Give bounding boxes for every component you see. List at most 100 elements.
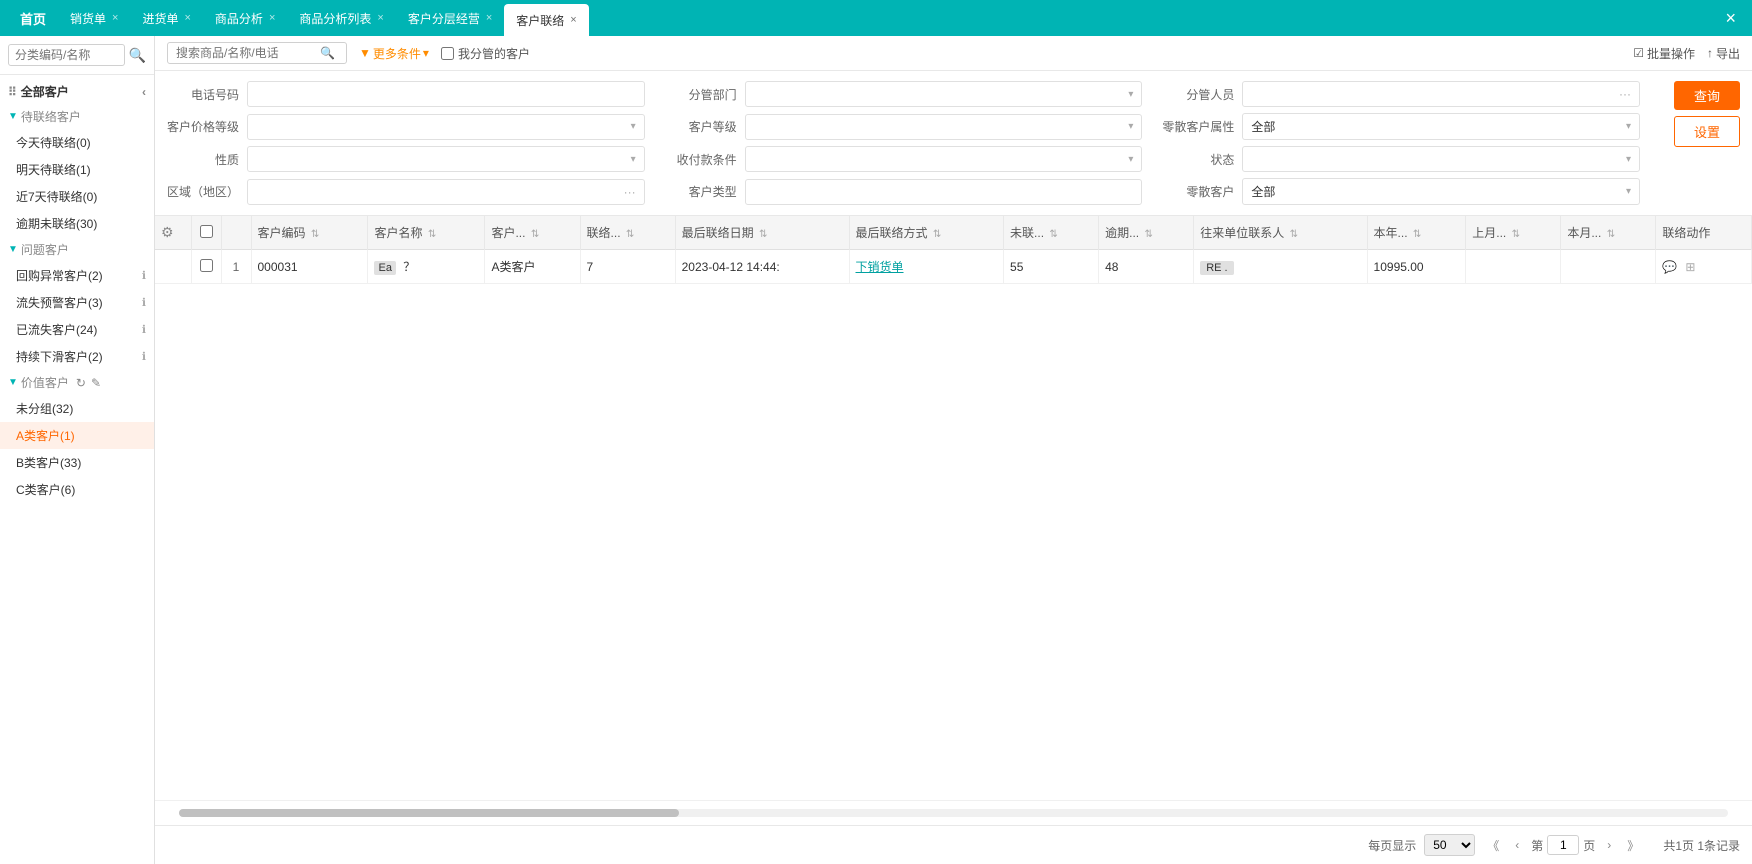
row-contact-cell: 7 [580,250,675,284]
filter-payment: 收付款条件 ▾ [665,146,1143,172]
nav-tab-sales[interactable]: 销货单 × [58,0,130,36]
nav-tab-customer-segment[interactable]: 客户分层经营 × [396,0,504,36]
select-all-checkbox[interactable] [200,225,213,238]
filter-person: 分管人员 ··· [1162,81,1640,107]
customer-type-input[interactable] [745,179,1143,205]
sidebar-item-churned[interactable]: 已流失客户(24) ℹ [0,316,154,343]
sidebar-search-icon[interactable]: 🔍 [129,47,146,64]
grid-action-icon[interactable]: ⊞ [1685,260,1695,274]
filter-customer-level: 客户等级 ▾ [665,114,1143,140]
sort-lastdate-icon[interactable]: ⇅ [759,229,767,240]
sort-contact-icon[interactable]: ⇅ [626,229,634,240]
page-next-btn[interactable]: › [1603,836,1615,854]
retail-attr-dropdown[interactable]: 全部 ▾ [1242,113,1640,140]
nav-close-all[interactable]: × [1717,8,1744,29]
nav-tab-goods-analysis-list[interactable]: 商品分析列表 × [287,0,395,36]
sidebar-item-class-b[interactable]: B类客户(33) [0,449,154,476]
sort-lastmethod-icon[interactable]: ⇅ [933,229,941,240]
sort-lastmonth-icon[interactable]: ⇅ [1512,229,1520,240]
sort-overdue-icon[interactable]: ⇅ [1144,229,1152,240]
nature-dropdown[interactable]: ▾ [247,146,645,172]
sort-type-icon[interactable]: ⇅ [531,229,539,240]
last-method-link[interactable]: 下销货单 [856,260,904,274]
row-this-month-cell [1561,250,1656,284]
page-last-btn[interactable]: 》 [1623,835,1643,856]
close-goods-analysis-tab[interactable]: × [269,12,275,24]
dept-dropdown[interactable]: ▾ [745,81,1143,107]
sort-currentyear-icon[interactable]: ⇅ [1413,229,1421,240]
sidebar-collapse-btn[interactable]: ‹ [142,85,146,99]
sidebar-all-customers-label[interactable]: 全部客户 [21,83,69,100]
status-dropdown[interactable]: ▾ [1242,146,1640,172]
more-filters-btn[interactable]: ▼ 更多条件 ▾ [359,45,429,62]
my-customers-checkbox[interactable] [441,47,454,60]
region-input[interactable]: ··· [247,179,645,205]
close-customer-segment-tab[interactable]: × [486,12,492,24]
sidebar-item-declining[interactable]: 持续下滑客户(2) ℹ [0,343,154,370]
nav-tab-customer-contact[interactable]: 客户联络 × [504,4,588,36]
filter-row-1: 电话号码 分管部门 ▾ 分管人员 [167,81,1640,107]
nav-tab-home[interactable]: 首页 [8,0,58,36]
row-action-cell: 💬 ⊞ [1656,250,1752,284]
customer-level-dropdown[interactable]: ▾ [745,114,1143,140]
sort-companycontact-icon[interactable]: ⇅ [1290,229,1298,240]
main-search-icon[interactable]: 🔍 [320,46,335,60]
close-customer-contact-tab[interactable]: × [570,14,576,26]
nav-tab-goods-analysis[interactable]: 商品分析 × [203,0,287,36]
sidebar-item-abnormal-repurchase[interactable]: 回购异常客户(2) ℹ [0,262,154,289]
chat-action-icon[interactable]: 💬 [1662,260,1677,274]
col-type-header: 客户... ⇅ [485,216,580,250]
phone-input[interactable] [247,81,645,107]
col-action-header: 联络动作 [1656,216,1752,250]
sidebar-item-7days-pending[interactable]: 近7天待联络(0) [0,183,154,210]
nav-tab-purchase[interactable]: 进货单 × [130,0,202,36]
top-nav: 首页 销货单 × 进货单 × 商品分析 × 商品分析列表 × 客户分层经营 × … [0,0,1752,36]
sidebar-item-class-a[interactable]: A类客户(1) [0,422,154,449]
total-info: 共1页 1条记录 [1663,837,1740,854]
sidebar-section-problem: ▼ 问题客户 [0,237,154,262]
edit-icon[interactable]: ✎ [91,376,101,390]
close-sales-tab[interactable]: × [112,12,118,24]
sidebar-item-today-pending[interactable]: 今天待联络(0) [0,129,154,156]
company-contact-badge: RE . [1200,261,1233,275]
sort-uncontacted-icon[interactable]: ⇅ [1049,229,1057,240]
sort-code-icon[interactable]: ⇅ [311,229,319,240]
close-goods-analysis-list-tab[interactable]: × [377,12,383,24]
sidebar-item-class-c[interactable]: C类客户(6) [0,476,154,503]
sidebar-search-input[interactable] [8,44,125,66]
sidebar-item-overdue-pending[interactable]: 逾期未联络(30) [0,210,154,237]
pagination: 每页显示 50 100 200 《 ‹ 第 页 › 》 共1页 1条记录 [155,825,1752,864]
col-last-month-header: 上月... ⇅ [1466,216,1561,250]
batch-ops-btn[interactable]: ☑ 批量操作 [1633,45,1695,62]
search-input-wrapper: 🔍 [167,42,347,64]
price-level-dropdown[interactable]: ▾ [247,114,645,140]
sort-name-icon[interactable]: ⇅ [428,229,436,240]
filter-row-2: 客户价格等级 ▾ 客户等级 ▾ [167,113,1640,140]
sidebar-item-churn-warning[interactable]: 流失预警客户(3) ℹ [0,289,154,316]
row-overdue-cell: 48 [1099,250,1194,284]
my-customers-toggle[interactable]: 我分管的客户 [441,45,530,62]
retail-customer-dropdown[interactable]: 全部 ▾ [1242,178,1640,205]
settings-gear-icon[interactable]: ⚙ [161,224,174,240]
page-first-btn[interactable]: 《 [1483,835,1503,856]
page-size-select[interactable]: 50 100 200 [1424,834,1475,856]
sort-thismonth-icon[interactable]: ⇅ [1607,229,1615,240]
person-input[interactable]: ··· [1242,81,1640,107]
sidebar-item-unclassified[interactable]: 未分组(32) [0,395,154,422]
query-button[interactable]: 查询 [1674,81,1740,110]
main-table: ⚙ 客户编码 ⇅ 客户名称 ⇅ [155,216,1752,284]
page-prev-btn[interactable]: ‹ [1511,836,1523,854]
col-overdue-header: 逾期... ⇅ [1099,216,1194,250]
row-checkbox[interactable] [200,259,213,272]
payment-dropdown[interactable]: ▾ [745,146,1143,172]
horizontal-scrollbar[interactable] [179,809,1728,817]
sidebar-item-tomorrow-pending[interactable]: 明天待联络(1) [0,156,154,183]
close-purchase-tab[interactable]: × [184,12,190,24]
main-search-input[interactable] [176,46,316,60]
name-badge: Ea [374,261,395,275]
settings-button[interactable]: 设置 [1674,116,1740,147]
row-last-month-cell [1466,250,1561,284]
export-btn[interactable]: ↑ 导出 [1707,45,1740,62]
refresh-icon[interactable]: ↻ [76,376,86,390]
page-number-input[interactable] [1547,835,1579,855]
